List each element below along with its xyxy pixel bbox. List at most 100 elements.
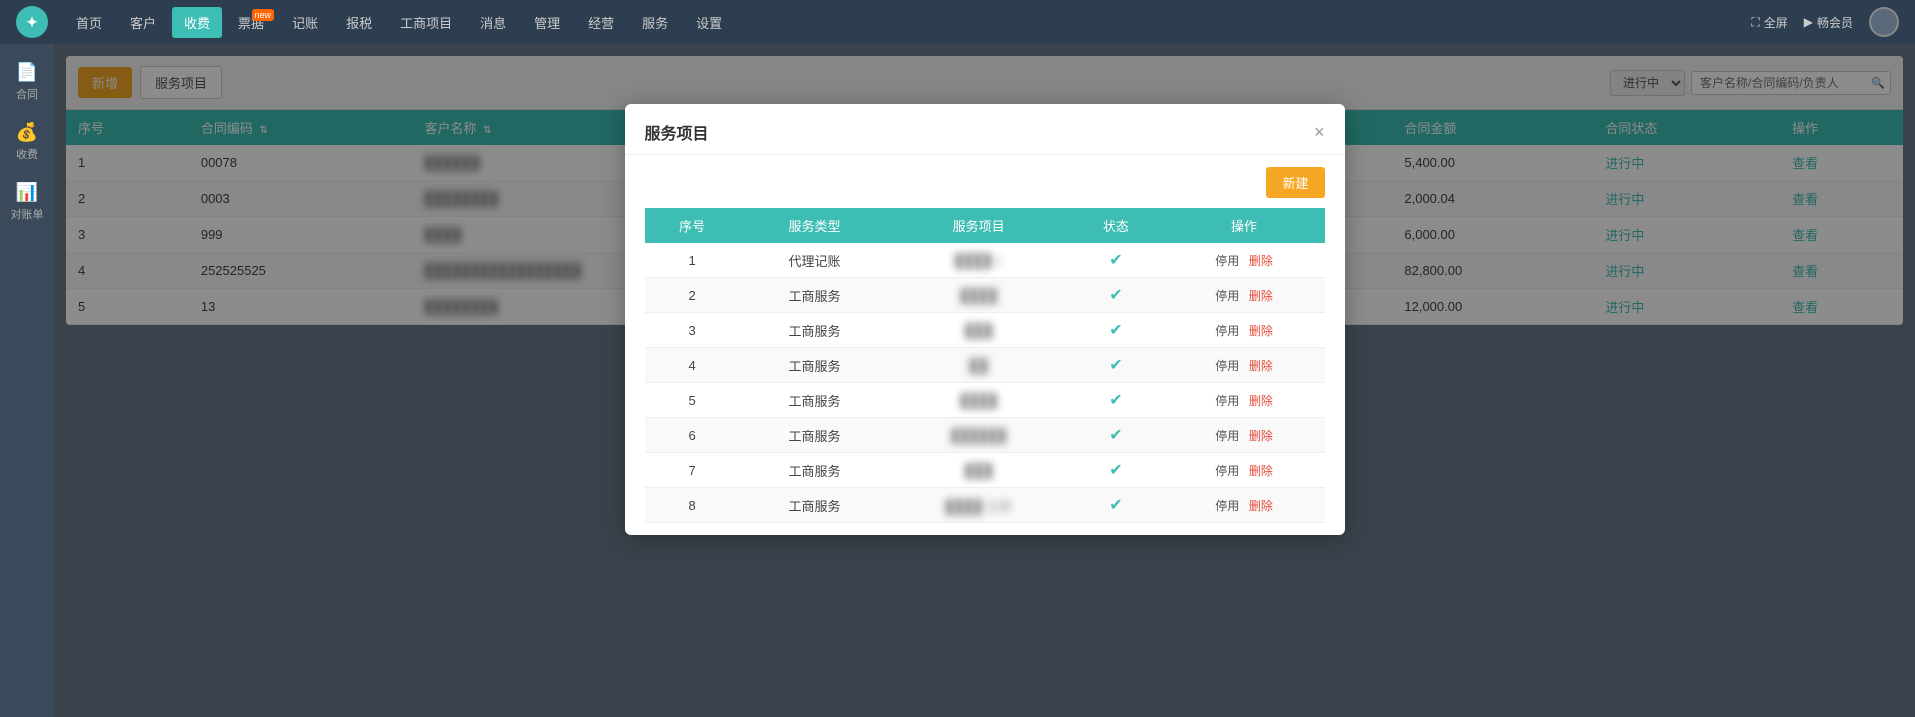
delete-button[interactable]: 删除 — [1249, 359, 1273, 373]
modal-cell-project: ████ — [889, 278, 1068, 313]
modal-col-id: 序号 — [645, 208, 740, 243]
modal-table-row: 2 工商服务 ████ ✔ 停用 删除 — [645, 278, 1325, 313]
modal-cell-action[interactable]: 停用 删除 — [1164, 453, 1325, 488]
modal-cell-action[interactable]: 停用 删除 — [1164, 348, 1325, 383]
modal-table-row: 1 代理记账 ████ 1 ✔ 停用 删除 — [645, 243, 1325, 278]
modal-cell-id: 8 — [645, 488, 740, 523]
vip-btn[interactable]: ▶ 畅会员 — [1804, 14, 1853, 31]
modal-overlay[interactable]: 服务项目 × 新建 序号 服务类型 服务项目 状态 — [54, 44, 1915, 717]
modal-cell-type: 工商服务 — [740, 418, 889, 453]
modal-cell-type: 工商服务 — [740, 278, 889, 313]
modal-cell-id: 2 — [645, 278, 740, 313]
stop-button[interactable]: 停用 — [1215, 499, 1239, 513]
delete-button[interactable]: 删除 — [1249, 499, 1273, 513]
content-area: 新增 服务项目 进行中 序号 合同编码 — [54, 44, 1915, 717]
nav-service[interactable]: 服务 — [630, 7, 680, 38]
statement-icon: 📊 — [16, 182, 38, 203]
modal-cell-id: 1 — [645, 243, 740, 278]
modal-table-row: 4 工商服务 ██ ✔ 停用 删除 — [645, 348, 1325, 383]
sidebar-label-contract: 合同 — [16, 86, 38, 102]
modal-service-items: 服务项目 × 新建 序号 服务类型 服务项目 状态 — [625, 104, 1345, 535]
stop-button[interactable]: 停用 — [1215, 359, 1239, 373]
modal-cell-type: 工商服务 — [740, 453, 889, 488]
modal-cell-action[interactable]: 停用 删除 — [1164, 418, 1325, 453]
modal-table-row: 7 工商服务 ███ ✔ 停用 删除 — [645, 453, 1325, 488]
modal-cell-action[interactable]: 停用 删除 — [1164, 488, 1325, 523]
nav-invoice[interactable]: 票据 new — [226, 7, 276, 38]
vip-icon: ▶ — [1804, 15, 1813, 29]
delete-button[interactable]: 删除 — [1249, 394, 1273, 408]
modal-close-button[interactable]: × — [1314, 123, 1325, 141]
nav-manage[interactable]: 管理 — [522, 7, 572, 38]
delete-button[interactable]: 删除 — [1249, 464, 1273, 478]
nav-tax[interactable]: 报税 — [334, 7, 384, 38]
nav-home[interactable]: 首页 — [64, 7, 114, 38]
modal-cell-status: ✔ — [1068, 383, 1163, 418]
sidebar-label-fees: 收费 — [16, 146, 38, 162]
modal-cell-status: ✔ — [1068, 313, 1163, 348]
modal-cell-action[interactable]: 停用 删除 — [1164, 278, 1325, 313]
nav-settings[interactable]: 设置 — [684, 7, 734, 38]
nav-customer[interactable]: 客户 — [118, 7, 168, 38]
modal-new-button[interactable]: 新建 — [1266, 167, 1324, 198]
stop-button[interactable]: 停用 — [1215, 464, 1239, 478]
stop-button[interactable]: 停用 — [1215, 394, 1239, 408]
modal-table: 序号 服务类型 服务项目 状态 操作 1 代理记账 ████ 1 ✔ 停用 删除 — [645, 208, 1325, 523]
stop-button[interactable]: 停用 — [1215, 289, 1239, 303]
modal-cell-id: 5 — [645, 383, 740, 418]
modal-cell-status: ✔ — [1068, 278, 1163, 313]
sidebar-item-fees[interactable]: 💰 收费 — [0, 114, 54, 170]
fees-icon: 💰 — [16, 122, 38, 143]
modal-cell-project: ████ — [889, 383, 1068, 418]
modal-cell-action[interactable]: 停用 删除 — [1164, 243, 1325, 278]
delete-button[interactable]: 删除 — [1249, 429, 1273, 443]
modal-cell-type: 工商服务 — [740, 348, 889, 383]
nav-items: 首页 客户 收费 票据 new 记账 报税 工商项目 消息 管理 经营 服务 设… — [64, 7, 1751, 38]
stop-button[interactable]: 停用 — [1215, 254, 1239, 268]
avatar[interactable] — [1869, 7, 1899, 37]
delete-button[interactable]: 删除 — [1249, 254, 1273, 268]
modal-cell-id: 4 — [645, 348, 740, 383]
nav-message[interactable]: 消息 — [468, 7, 518, 38]
modal-table-row: 3 工商服务 ███ ✔ 停用 删除 — [645, 313, 1325, 348]
app-logo: ✦ — [16, 6, 48, 38]
modal-cell-type: 工商服务 — [740, 313, 889, 348]
modal-table-row: 6 工商服务 ██████ ✔ 停用 删除 — [645, 418, 1325, 453]
stop-button[interactable]: 停用 — [1215, 429, 1239, 443]
top-navigation: ✦ 首页 客户 收费 票据 new 记账 报税 工商项目 消息 管理 经营 服务… — [0, 0, 1915, 44]
modal-toolbar: 新建 — [645, 167, 1325, 198]
modal-header: 服务项目 × — [625, 104, 1345, 155]
delete-button[interactable]: 删除 — [1249, 289, 1273, 303]
modal-cell-id: 3 — [645, 313, 740, 348]
modal-col-action: 操作 — [1164, 208, 1325, 243]
modal-cell-status: ✔ — [1068, 453, 1163, 488]
modal-table-row: 5 工商服务 ████ ✔ 停用 删除 — [645, 383, 1325, 418]
delete-button[interactable]: 删除 — [1249, 324, 1273, 338]
sidebar-label-statement: 对账单 — [11, 206, 44, 222]
nav-bookkeeping[interactable]: 记账 — [280, 7, 330, 38]
fullscreen-btn[interactable]: ⛶ 全屏 — [1751, 14, 1787, 31]
stop-button[interactable]: 停用 — [1215, 324, 1239, 338]
modal-cell-project: ███ — [889, 453, 1068, 488]
nav-fees[interactable]: 收费 — [172, 7, 222, 38]
sidebar: 📄 合同 💰 收费 📊 对账单 — [0, 44, 54, 717]
modal-col-type: 服务类型 — [740, 208, 889, 243]
modal-cell-project: ████ 1 — [889, 243, 1068, 278]
modal-cell-status: ✔ — [1068, 348, 1163, 383]
nav-operation[interactable]: 经营 — [576, 7, 626, 38]
sidebar-item-statement[interactable]: 📊 对账单 — [0, 174, 54, 230]
modal-table-row: 8 工商服务 ████ 注册 ✔ 停用 删除 — [645, 488, 1325, 523]
modal-cell-id: 7 — [645, 453, 740, 488]
modal-cell-status: ✔ — [1068, 243, 1163, 278]
modal-cell-project: ███ — [889, 313, 1068, 348]
sidebar-item-contract[interactable]: 📄 合同 — [0, 54, 54, 110]
nav-commerce[interactable]: 工商项目 — [388, 7, 464, 38]
modal-cell-project: ██ — [889, 348, 1068, 383]
modal-col-project: 服务项目 — [889, 208, 1068, 243]
modal-cell-action[interactable]: 停用 删除 — [1164, 383, 1325, 418]
modal-cell-type: 代理记账 — [740, 243, 889, 278]
modal-body: 新建 序号 服务类型 服务项目 状态 操作 — [625, 155, 1345, 535]
modal-cell-action[interactable]: 停用 删除 — [1164, 313, 1325, 348]
top-right-actions: ⛶ 全屏 ▶ 畅会员 — [1751, 7, 1899, 37]
modal-col-status: 状态 — [1068, 208, 1163, 243]
